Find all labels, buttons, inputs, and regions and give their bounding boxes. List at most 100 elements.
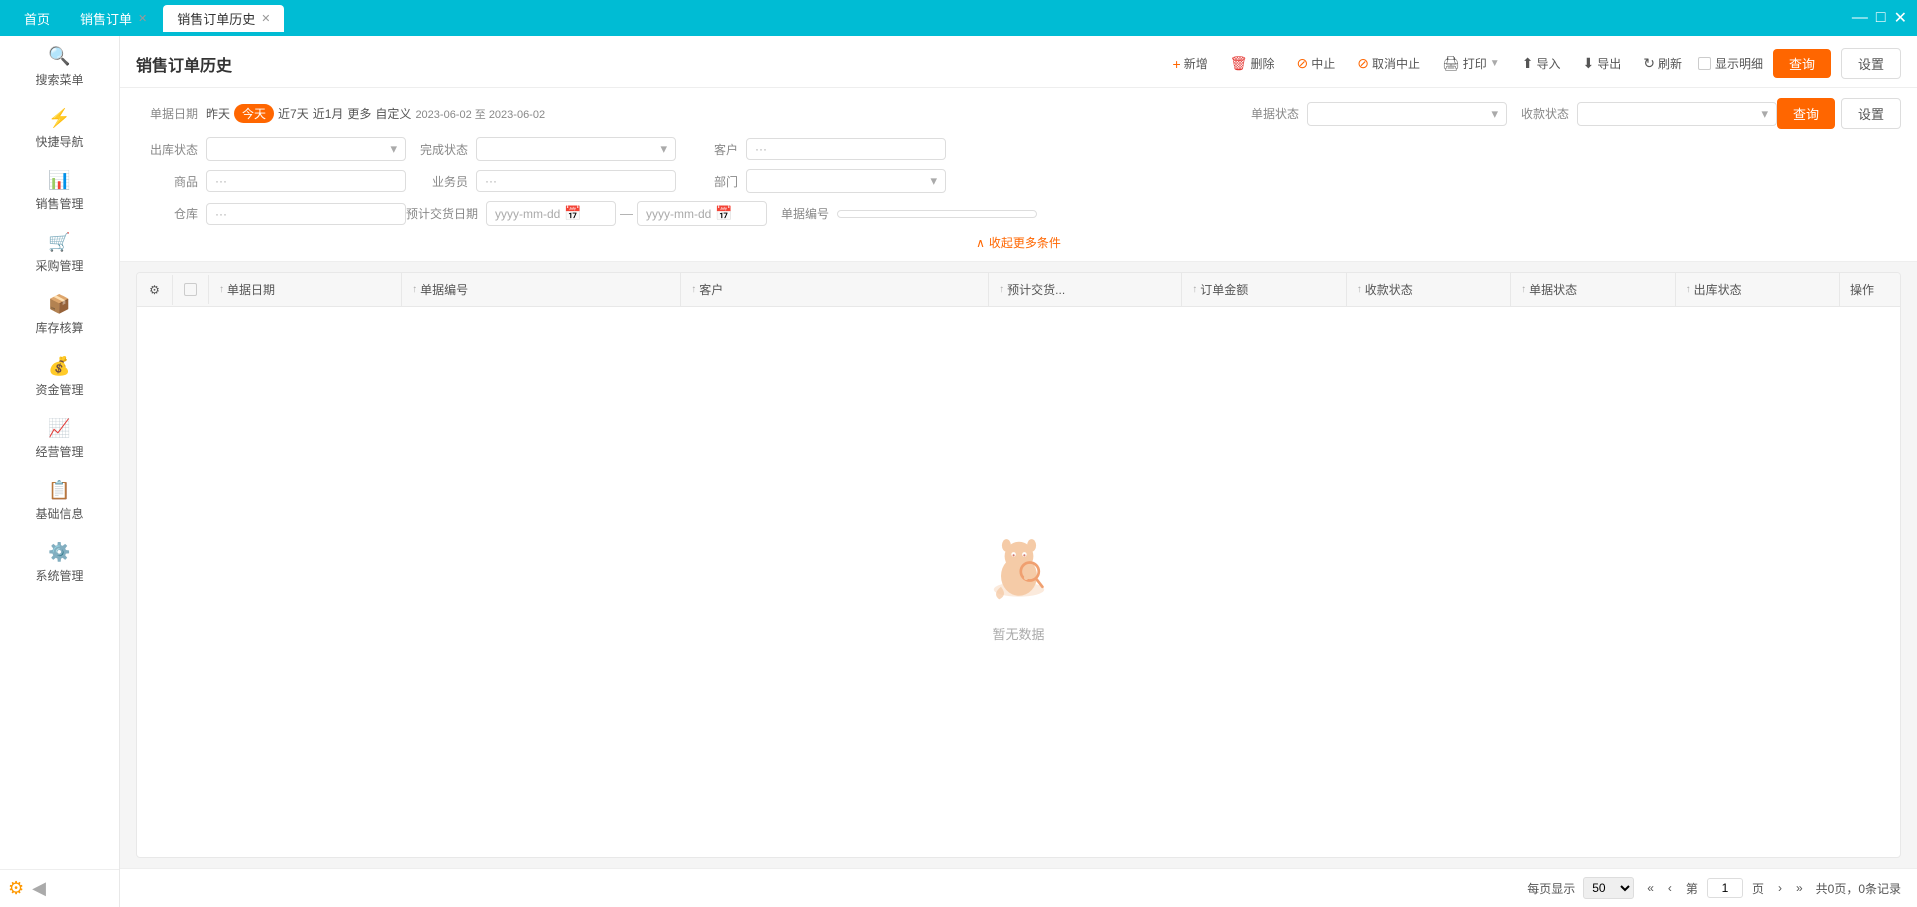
delete-button[interactable]: 🗑 删除: [1224, 52, 1281, 75]
empty-text: 暂无数据: [992, 624, 1044, 643]
date-yesterday[interactable]: 昨天: [206, 105, 230, 122]
date-range-text: 2023-06-02 至 2023-06-02: [415, 106, 545, 122]
th-date-label: 单据日期: [227, 281, 275, 298]
date-1month[interactable]: 近1月: [313, 105, 344, 122]
set-button[interactable]: 设置: [1841, 48, 1901, 79]
page-number-input[interactable]: [1707, 878, 1743, 898]
last-page-button[interactable]: »: [1791, 879, 1808, 897]
new-button[interactable]: + 新增: [1167, 52, 1214, 75]
department-arrow: ▾: [930, 173, 937, 189]
th-order-status-label: 单据状态: [1529, 281, 1577, 298]
sidebar-item-finance[interactable]: 💰 资金管理: [0, 346, 119, 408]
sidebar-item-system-mgmt[interactable]: ⚙️ 系统管理: [0, 532, 119, 594]
sidebar-item-purchase-mgmt[interactable]: 🛒 采购管理: [0, 222, 119, 284]
query-button-2[interactable]: 查询: [1777, 98, 1835, 129]
th-delivery-label: 预计交货...: [1007, 281, 1065, 298]
page-size-select[interactable]: 50 20 100: [1583, 877, 1634, 899]
stop-button[interactable]: ⊘ 中止: [1291, 52, 1342, 75]
sidebar-item-search-menu-label: 搜索菜单: [35, 71, 83, 88]
quick-nav-icon: ⚡: [48, 108, 70, 129]
sort-icon-customer-up: ↑: [691, 284, 696, 295]
import-label: 导入: [1536, 55, 1560, 72]
cancel-stop-button[interactable]: ⊘ 取消中止: [1351, 52, 1426, 75]
header-checkbox[interactable]: [184, 283, 197, 296]
purchase-mgmt-icon: 🛒: [48, 232, 70, 253]
completion-status-select[interactable]: ▾: [476, 137, 676, 161]
th-gear[interactable]: ⚙: [137, 275, 173, 305]
basic-info-icon: 📋: [48, 480, 70, 501]
th-amount[interactable]: ↑ 订单金额: [1182, 273, 1346, 306]
delivery-start-calendar[interactable]: 📅: [564, 205, 581, 222]
first-page-button[interactable]: «: [1642, 879, 1659, 897]
import-button[interactable]: ⬆ 导入: [1516, 52, 1567, 75]
prev-page-button[interactable]: ‹: [1663, 879, 1677, 897]
page-title: 销售订单历史: [136, 52, 232, 76]
delivery-date-start[interactable]: yyyy-mm-dd 📅: [486, 201, 616, 226]
date-today[interactable]: 今天: [234, 104, 274, 123]
th-date[interactable]: ↑ 单据日期: [209, 273, 402, 306]
page-nav: « ‹ 第 页 › »: [1642, 878, 1807, 899]
sidebar-item-search-menu[interactable]: 🔍 搜索菜单: [0, 36, 119, 98]
th-action: 操作: [1840, 273, 1900, 306]
tab-sales-order[interactable]: 销售订单 ✕: [66, 5, 161, 32]
department-select[interactable]: ▾: [746, 169, 946, 193]
date-more[interactable]: 更多: [347, 105, 371, 122]
goods-input[interactable]: ···: [206, 170, 406, 192]
next-page-button[interactable]: ›: [1773, 879, 1787, 897]
tab-sales-order-close[interactable]: ✕: [138, 12, 147, 25]
sidebar-item-system-mgmt-label: 系统管理: [35, 567, 83, 584]
query-button[interactable]: 查询: [1773, 49, 1831, 78]
payment-status-select[interactable]: ▾: [1577, 102, 1777, 126]
sidebar-item-inventory[interactable]: 📦 库存核算: [0, 284, 119, 346]
th-number-label: 单据编号: [420, 281, 468, 298]
th-delivery[interactable]: ↑ 预计交货...: [989, 273, 1182, 306]
salesperson-input[interactable]: ···: [476, 170, 676, 192]
sidebar-item-operations[interactable]: 📈 经营管理: [0, 408, 119, 470]
filter-row-1: 单据日期 昨天 今天 近7天 近1月 更多 自定义 2023-06-02 至 2…: [136, 98, 1901, 129]
close-window-icon[interactable]: ✕: [1894, 8, 1907, 28]
sidebar-settings-icon[interactable]: ⚙: [8, 878, 24, 899]
order-number-input[interactable]: [837, 210, 1037, 218]
tab-sales-order-history-close[interactable]: ✕: [261, 12, 270, 25]
th-checkbox[interactable]: [173, 275, 209, 304]
print-button[interactable]: 🖨 打印 ▼: [1436, 52, 1506, 75]
completion-status-arrow: ▾: [660, 141, 667, 157]
th-customer[interactable]: ↑ 客户: [681, 273, 989, 306]
th-payment[interactable]: ↑ 收款状态: [1347, 273, 1511, 306]
sidebar-item-quick-nav[interactable]: ⚡ 快捷导航: [0, 98, 119, 160]
customer-input[interactable]: ···: [746, 138, 946, 160]
show-detail-toggle[interactable]: 显示明细: [1698, 55, 1763, 72]
filter-row-2: 出库状态 ▾ 完成状态 ▾ 客户 ···: [136, 137, 1901, 161]
tab-home[interactable]: 首页: [10, 5, 64, 32]
tab-sales-order-history[interactable]: 销售订单历史 ✕: [163, 5, 284, 32]
minimize-icon[interactable]: —: [1852, 9, 1868, 27]
order-status-select[interactable]: ▾: [1307, 102, 1507, 126]
delivery-end-calendar[interactable]: 📅: [715, 205, 732, 222]
print-icon: 🖨: [1442, 55, 1460, 72]
th-number[interactable]: ↑ 单据编号: [402, 273, 681, 306]
export-button[interactable]: ⬇ 导出: [1576, 52, 1627, 75]
th-order-status[interactable]: ↑ 单据状态: [1511, 273, 1675, 306]
th-warehouse-status[interactable]: ↑ 出库状态: [1676, 273, 1840, 306]
th-customer-label: 客户: [699, 281, 723, 298]
refresh-icon: ↻: [1643, 55, 1655, 72]
refresh-button[interactable]: ↻ 刷新: [1637, 52, 1688, 75]
warehouse-status-select[interactable]: ▾: [206, 137, 406, 161]
maximize-icon[interactable]: □: [1876, 9, 1886, 27]
print-label: 打印: [1463, 55, 1487, 72]
sidebar-item-sales-mgmt[interactable]: 📊 销售管理: [0, 160, 119, 222]
date-7days[interactable]: 近7天: [278, 105, 309, 122]
show-detail-text: 显示明细: [1715, 55, 1763, 72]
delivery-date-end[interactable]: yyyy-mm-dd 📅: [637, 201, 767, 226]
operations-icon: 📈: [48, 418, 70, 439]
collapse-text: 收起更多条件: [989, 234, 1061, 251]
show-detail-checkbox[interactable]: [1698, 57, 1711, 70]
collapse-button[interactable]: ∧ 收起更多条件: [136, 234, 1901, 251]
date-custom[interactable]: 自定义: [375, 105, 411, 122]
delivery-date-label: 预计交货日期: [406, 205, 486, 222]
warehouse-input[interactable]: ···: [206, 203, 406, 225]
sidebar-item-basic-info[interactable]: 📋 基础信息: [0, 470, 119, 532]
tab-list: 首页 销售订单 ✕ 销售订单历史 ✕: [10, 5, 1852, 32]
set-button-2[interactable]: 设置: [1841, 98, 1901, 129]
sidebar-collapse-icon[interactable]: ◀: [32, 878, 46, 899]
